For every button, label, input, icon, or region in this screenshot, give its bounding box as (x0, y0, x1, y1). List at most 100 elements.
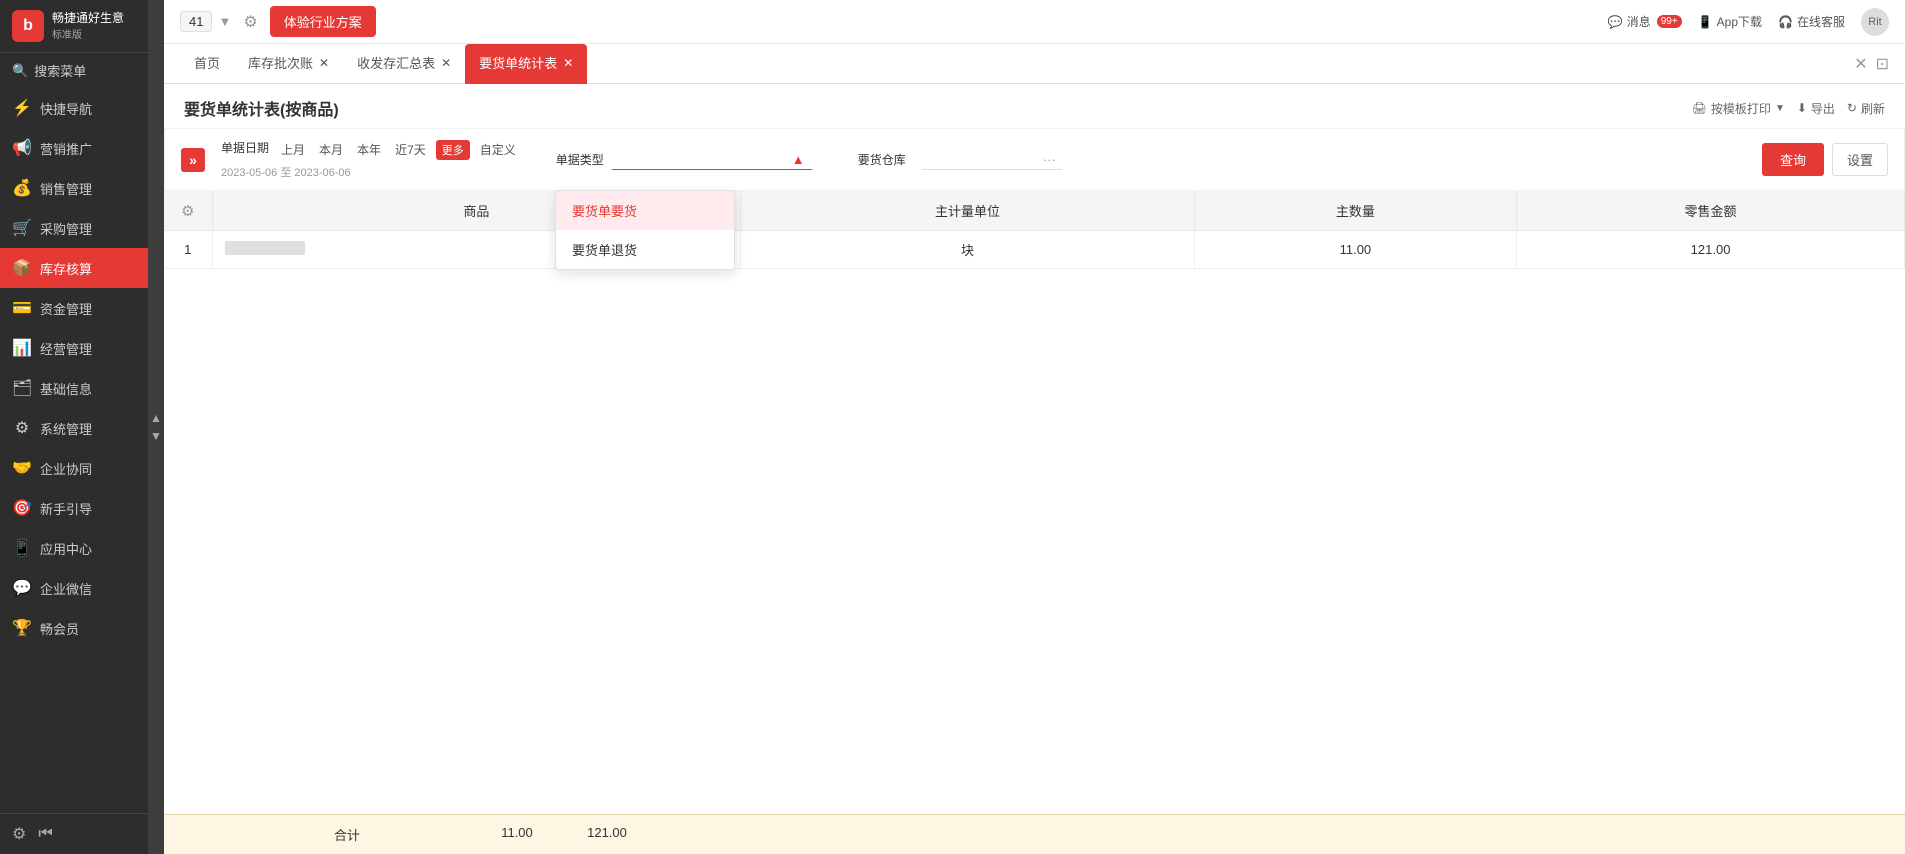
table-row: 1 块 11.00 121.00 (164, 231, 1905, 269)
chevron-down-icon[interactable]: ▼ (218, 14, 231, 29)
message-action[interactable]: 💬 消息 99+ (1608, 13, 1682, 30)
sidebar-item-app-center[interactable]: 📱 应用中心 (0, 528, 148, 568)
service-action[interactable]: 🎧 在线客服 (1778, 13, 1845, 30)
tab-order-stats[interactable]: 要货单统计表 ✕ (465, 44, 587, 84)
type-input[interactable] (618, 152, 788, 167)
app-download-action[interactable]: 📱 App下载 (1698, 13, 1762, 30)
date-filter-group: 单据日期 上月 本月 本年 近7天 更多 自定义 2023-05-06 至 20… (221, 139, 520, 180)
sidebar: b 畅捷通好生意 标准版 🔍 搜索菜单 ⚡ 快捷导航 📢 营销推广 💰 销售管理… (0, 0, 148, 854)
dropdown-item-return[interactable]: 要货单退货 (556, 230, 734, 269)
scroll-down-arrow[interactable]: ▼ (150, 429, 162, 443)
expand-icon: » (189, 152, 197, 168)
col-unit: 主计量单位 (741, 191, 1194, 231)
filter-bar: » 单据日期 上月 本月 本年 近7天 更多 自定义 2023-05-06 至 … (164, 128, 1905, 191)
sidebar-item-operation[interactable]: 📊 经营管理 (0, 328, 148, 368)
date-btn-custom[interactable]: 自定义 (476, 139, 520, 160)
sidebar-search[interactable]: 🔍 搜索菜单 (0, 53, 148, 88)
tab-close-icon[interactable]: ✕ (563, 57, 573, 69)
sidebar-item-finance[interactable]: 💳 资金管理 (0, 288, 148, 328)
col-settings[interactable]: ⚙ (164, 191, 212, 231)
basic-icon: 🗂 (12, 378, 32, 398)
sidebar-nav: ⚡ 快捷导航 📢 营销推广 💰 销售管理 🛒 采购管理 📦 库存核算 💳 资金管… (0, 88, 148, 813)
tab-inventory-batch[interactable]: 库存批次账 ✕ (234, 44, 343, 84)
date-btn-more[interactable]: 更多 (436, 140, 470, 160)
store-number[interactable]: 41 (180, 11, 212, 32)
type-select[interactable]: ▲ (612, 150, 812, 170)
footer-total-quantity: 11.00 (472, 825, 562, 844)
sidebar-item-sales[interactable]: 💰 销售管理 (0, 168, 148, 208)
type-filter-group: 单据类型 ▲ (556, 150, 812, 170)
dropdown-item-label: 要货单要货 (572, 204, 637, 219)
sidebar-item-member[interactable]: 🏆 畅会员 (0, 608, 148, 648)
date-btn-this-month[interactable]: 本月 (315, 139, 347, 160)
export-btn[interactable]: ⬇ 导出 (1797, 100, 1835, 117)
settings-btn[interactable]: 设置 (1832, 143, 1888, 176)
row-amount: 121.00 (1517, 231, 1905, 269)
warehouse-dots-icon[interactable]: ··· (1043, 152, 1056, 167)
col-quantity: 主数量 (1194, 191, 1516, 231)
user-avatar[interactable]: Rit (1861, 8, 1889, 36)
page-header: 要货单统计表(按商品) 🖨 按模板打印 ▼ ⬇ 导出 ↻ 刷新 (164, 84, 1905, 128)
row-index: 1 (164, 231, 212, 269)
sidebar-search-label: 搜索菜单 (34, 61, 86, 80)
page-content: 要货单统计表(按商品) 🖨 按模板打印 ▼ ⬇ 导出 ↻ 刷新 (164, 84, 1905, 854)
tab-close-icon[interactable]: ✕ (441, 57, 451, 69)
guide-icon: 🎯 (12, 498, 32, 518)
date-shortcuts: 上月 本月 本年 近7天 更多 自定义 (277, 139, 520, 160)
type-label: 单据类型 (556, 151, 604, 168)
refresh-btn[interactable]: ↻ 刷新 (1847, 100, 1885, 117)
select-arrow-icon[interactable]: ▲ (792, 152, 805, 167)
inventory-icon: 📦 (12, 258, 32, 278)
sidebar-item-basic[interactable]: 🗂 基础信息 (0, 368, 148, 408)
footer-total-amount: 121.00 (562, 825, 652, 844)
sidebar-item-guide[interactable]: 🎯 新手引导 (0, 488, 148, 528)
operation-icon: 📊 (12, 338, 32, 358)
tab-maximize-icon[interactable]: ⊡ (1876, 54, 1889, 74)
table-body: 1 块 11.00 121.00 (164, 231, 1905, 269)
message-badge: 99+ (1657, 15, 1682, 28)
date-range-display: 2023-05-06 至 2023-06-06 (221, 164, 520, 180)
sidebar-item-quick-nav[interactable]: ⚡ 快捷导航 (0, 88, 148, 128)
avatar-text: Rit (1868, 16, 1881, 28)
sidebar-item-label: 新手引导 (40, 499, 92, 518)
query-btn[interactable]: 查询 (1762, 143, 1824, 176)
enterprise-icon: 🤝 (12, 458, 32, 478)
date-btn-this-year[interactable]: 本年 (353, 139, 385, 160)
footer-cells: 合计 11.00 121.00 (164, 825, 1905, 844)
export-icon: ⬇ (1797, 101, 1807, 115)
table-settings-icon[interactable]: ⚙ (181, 203, 194, 220)
sidebar-item-label: 采购管理 (40, 219, 92, 238)
industry-btn[interactable]: 体验行业方案 (270, 6, 376, 37)
tab-bar: 首页 库存批次账 ✕ 收发存汇总表 ✕ 要货单统计表 ✕ ✕ ⊡ (164, 44, 1905, 84)
tab-home[interactable]: 首页 (180, 44, 234, 84)
sidebar-item-label: 基础信息 (40, 379, 92, 398)
wechat-icon: 💬 (12, 578, 32, 598)
header-left: 41 ▼ ⚙ 体验行业方案 (180, 6, 376, 37)
tab-close-icon[interactable]: ✕ (319, 57, 329, 69)
tab-close-all-icon[interactable]: ✕ (1854, 54, 1867, 74)
sidebar-item-inventory[interactable]: 📦 库存核算 (0, 248, 148, 288)
date-btn-last-month[interactable]: 上月 (277, 139, 309, 160)
print-template-btn[interactable]: 🖨 按模板打印 ▼ (1692, 100, 1785, 117)
sidebar-item-label: 应用中心 (40, 539, 92, 558)
row-unit: 块 (741, 231, 1194, 269)
settings-icon[interactable]: ⚙ (243, 12, 257, 32)
sidebar-item-enterprise[interactable]: 🤝 企业协同 (0, 448, 148, 488)
scroll-up-arrow[interactable]: ▲ (150, 411, 162, 425)
sidebar-item-purchase[interactable]: 🛒 采购管理 (0, 208, 148, 248)
sidebar-item-wechat[interactable]: 💬 企业微信 (0, 568, 148, 608)
service-label: 在线客服 (1797, 13, 1845, 30)
sidebar-item-system[interactable]: ⚙ 系统管理 (0, 408, 148, 448)
warehouse-input[interactable]: ··· (922, 150, 1062, 170)
table-container: ⚙ 商品 主计量单位 主数量 零售金额 1 块 (164, 191, 1905, 814)
tab-sales-summary[interactable]: 收发存汇总表 ✕ (343, 44, 465, 84)
sidebar-item-marketing[interactable]: 📢 营销推广 (0, 128, 148, 168)
collapse-icon[interactable]: ⏮ (38, 825, 52, 843)
filter-expand-btn[interactable]: » (181, 148, 205, 172)
row-quantity: 11.00 (1194, 231, 1516, 269)
settings-bottom-icon[interactable]: ⚙ (12, 824, 26, 844)
date-btn-7days[interactable]: 近7天 (391, 139, 430, 160)
dropdown-item-require[interactable]: 要货单要货 (556, 191, 734, 230)
system-icon: ⚙ (12, 418, 32, 438)
member-icon: 🏆 (12, 618, 32, 638)
